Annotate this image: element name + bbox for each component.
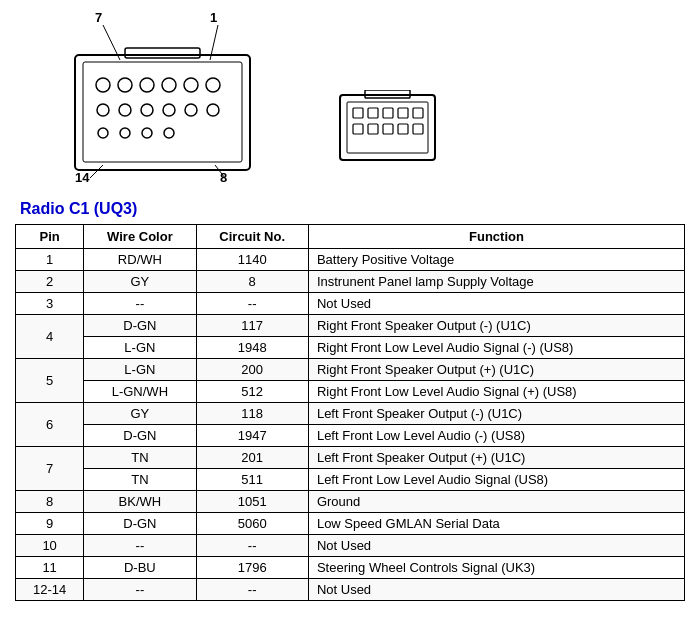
svg-point-6 xyxy=(140,78,154,92)
svg-point-9 xyxy=(206,78,220,92)
table-row: 11 D-BU 1796 Steering Wheel Controls Sig… xyxy=(16,557,685,579)
header-circuit-no: Circuit No. xyxy=(196,225,308,249)
diagram-area: 7 1 xyxy=(15,10,685,195)
wiring-table: Pin Wire Color Circuit No. Function 1 RD… xyxy=(15,224,685,601)
svg-rect-32 xyxy=(353,124,363,134)
table-row: TN 511 Left Front Low Level Audio Signal… xyxy=(16,469,685,491)
svg-point-17 xyxy=(120,128,130,138)
table-row: 3 -- -- Not Used xyxy=(16,293,685,315)
svg-rect-28 xyxy=(368,108,378,118)
svg-rect-36 xyxy=(413,124,423,134)
table-row: 1 RD/WH 1140 Battery Positive Voltage xyxy=(16,249,685,271)
svg-rect-26 xyxy=(347,102,428,153)
table-row: 10 -- -- Not Used xyxy=(16,535,685,557)
table-row: 7 TN 201 Left Front Speaker Output (+) (… xyxy=(16,447,685,469)
svg-point-7 xyxy=(162,78,176,92)
table-row: L-GN 1948 Right Front Low Level Audio Si… xyxy=(16,337,685,359)
svg-rect-24 xyxy=(125,48,200,58)
section-title: Radio C1 (UQ3) xyxy=(15,200,685,218)
header-pin: Pin xyxy=(16,225,84,249)
svg-rect-33 xyxy=(368,124,378,134)
table-row: D-GN 1947 Left Front Low Level Audio (-)… xyxy=(16,425,685,447)
svg-rect-35 xyxy=(398,124,408,134)
svg-rect-34 xyxy=(383,124,393,134)
header-wire-color: Wire Color xyxy=(84,225,196,249)
svg-point-13 xyxy=(163,104,175,116)
table-row: 6 GY 118 Left Front Speaker Output (-) (… xyxy=(16,403,685,425)
svg-point-4 xyxy=(96,78,110,92)
table-row: 12-14 -- -- Not Used xyxy=(16,579,685,601)
svg-point-19 xyxy=(164,128,174,138)
svg-point-8 xyxy=(184,78,198,92)
svg-rect-30 xyxy=(398,108,408,118)
svg-rect-2 xyxy=(75,55,250,170)
svg-rect-27 xyxy=(353,108,363,118)
svg-point-16 xyxy=(98,128,108,138)
svg-rect-25 xyxy=(340,95,435,160)
svg-point-10 xyxy=(97,104,109,116)
svg-point-14 xyxy=(185,104,197,116)
svg-point-12 xyxy=(141,104,153,116)
table-row: 5 L-GN 200 Right Front Speaker Output (+… xyxy=(16,359,685,381)
header-function: Function xyxy=(308,225,684,249)
svg-text:14: 14 xyxy=(75,170,90,185)
table-row: 2 GY 8 Instrunent Panel lamp Supply Volt… xyxy=(16,271,685,293)
table-row: 9 D-GN 5060 Low Speed GMLAN Serial Data xyxy=(16,513,685,535)
page-container: 7 1 xyxy=(0,0,700,611)
svg-line-21 xyxy=(90,165,103,178)
table-row: 8 BK/WH 1051 Ground xyxy=(16,491,685,513)
svg-point-5 xyxy=(118,78,132,92)
svg-point-11 xyxy=(119,104,131,116)
svg-point-15 xyxy=(207,104,219,116)
svg-rect-29 xyxy=(383,108,393,118)
svg-rect-31 xyxy=(413,108,423,118)
svg-point-18 xyxy=(142,128,152,138)
table-row: L-GN/WH 512 Right Front Low Level Audio … xyxy=(16,381,685,403)
table-row: 4 D-GN 117 Right Front Speaker Output (-… xyxy=(16,315,685,337)
